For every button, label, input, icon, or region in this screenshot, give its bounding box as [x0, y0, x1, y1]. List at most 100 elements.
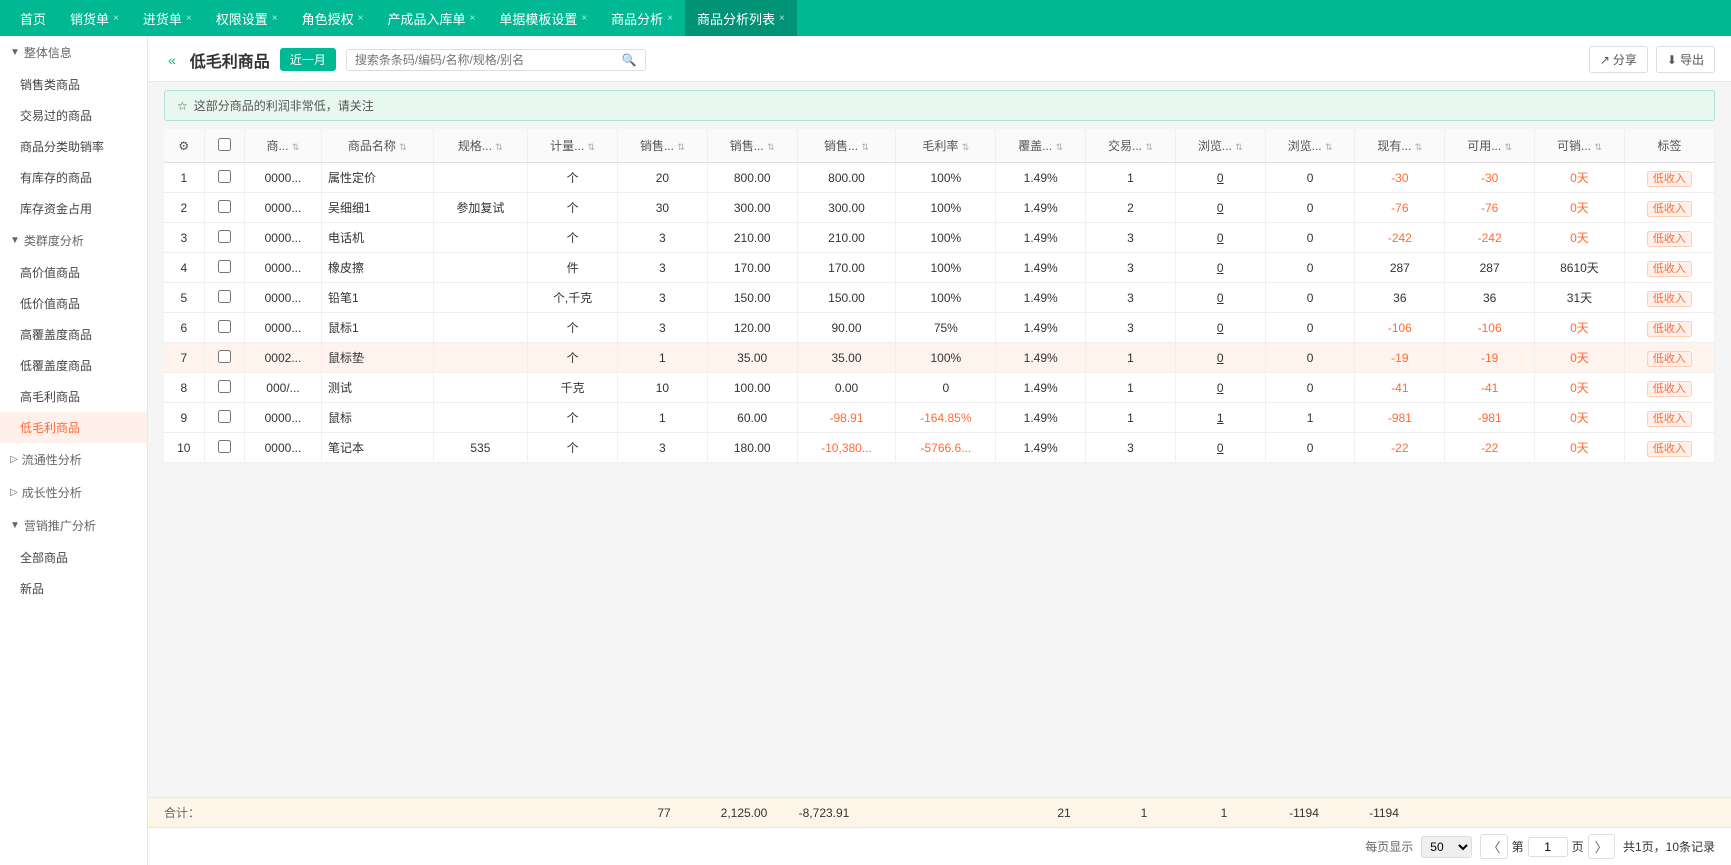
page-number-input[interactable]	[1528, 837, 1568, 857]
cell-browse1[interactable]: 0	[1175, 313, 1265, 343]
page-size-select[interactable]: 50 100 200	[1421, 836, 1472, 858]
col-settings[interactable]: ⚙	[164, 129, 204, 163]
cell-checkbox[interactable]	[204, 193, 244, 223]
sidebar-collapse-button[interactable]: «	[164, 52, 180, 68]
content-header: « 低毛利商品 近一月 🔍 ↗ 分享 ⬇ 导出	[148, 36, 1731, 82]
cell-checkbox[interactable]	[204, 253, 244, 283]
sidebar-item-traded-products[interactable]: 交易过的商品	[0, 100, 147, 131]
row-checkbox[interactable]	[218, 260, 231, 273]
row-checkbox[interactable]	[218, 440, 231, 453]
sidebar-group-marketing[interactable]: ▼ 营销推广分析	[0, 509, 147, 542]
cell-browse1[interactable]: 0	[1175, 433, 1265, 463]
close-icon[interactable]: ×	[779, 13, 785, 24]
col-code[interactable]: 商... ⇅	[244, 129, 321, 163]
select-all-checkbox[interactable]	[218, 138, 231, 151]
close-icon[interactable]: ×	[667, 13, 673, 24]
nav-product-analysis[interactable]: 商品分析 ×	[599, 0, 685, 36]
cell-browse1[interactable]: 0	[1175, 223, 1265, 253]
sidebar-item-low-coverage[interactable]: 低覆盖度商品	[0, 350, 147, 381]
col-qty[interactable]: 销售... ⇅	[618, 129, 708, 163]
sidebar-item-new-products[interactable]: 新品	[0, 573, 147, 604]
close-icon[interactable]: ×	[113, 13, 119, 24]
nav-permissions[interactable]: 权限设置 ×	[204, 0, 290, 36]
sidebar-item-stocked-products[interactable]: 有库存的商品	[0, 162, 147, 193]
sort-icon: ⇅	[677, 142, 685, 152]
table-wrapper[interactable]: ⚙ 商... ⇅ 商品名称 ⇅ 规格... ⇅ 计量... ⇅ 销售... ⇅ …	[148, 129, 1731, 797]
close-icon[interactable]: ×	[272, 13, 278, 24]
col-name[interactable]: 商品名称 ⇅	[322, 129, 434, 163]
sidebar-group-cluster[interactable]: ▼ 类群度分析	[0, 224, 147, 257]
col-coverage[interactable]: 交易... ⇅	[1086, 129, 1176, 163]
nav-sales-order[interactable]: 销货单 ×	[58, 0, 131, 36]
nav-product-entry[interactable]: 产成品入库单 ×	[375, 0, 487, 36]
col-spec[interactable]: 规格... ⇅	[433, 129, 528, 163]
close-icon[interactable]: ×	[186, 13, 192, 24]
row-checkbox[interactable]	[218, 380, 231, 393]
search-icon[interactable]: 🔍	[622, 53, 637, 67]
sidebar-item-high-margin[interactable]: 高毛利商品	[0, 381, 147, 412]
cell-checkbox[interactable]	[204, 313, 244, 343]
sidebar-group-overall[interactable]: ▼ 整体信息	[0, 36, 147, 69]
close-icon[interactable]: ×	[358, 13, 364, 24]
sidebar-item-sales-products[interactable]: 销售类商品	[0, 69, 147, 100]
cell-checkbox[interactable]	[204, 163, 244, 193]
col-gross-rate[interactable]: 覆盖... ⇅	[996, 129, 1086, 163]
cell-checkbox[interactable]	[204, 373, 244, 403]
row-checkbox[interactable]	[218, 290, 231, 303]
close-icon[interactable]: ×	[469, 13, 475, 24]
row-checkbox[interactable]	[218, 170, 231, 183]
cell-browse1[interactable]: 0	[1175, 193, 1265, 223]
row-checkbox[interactable]	[218, 200, 231, 213]
sidebar-item-low-value[interactable]: 低价值商品	[0, 288, 147, 319]
cell-tag: 低收入	[1624, 343, 1714, 373]
cell-checkbox[interactable]	[204, 343, 244, 373]
cell-no: 6	[164, 313, 204, 343]
nav-template-settings[interactable]: 单据模板设置 ×	[487, 0, 599, 36]
sidebar-group-growth[interactable]: ▷ 成长性分析	[0, 476, 147, 509]
cell-checkbox[interactable]	[204, 433, 244, 463]
sidebar-item-low-margin[interactable]: 低毛利商品	[0, 412, 147, 443]
sidebar-item-high-value[interactable]: 高价值商品	[0, 257, 147, 288]
cell-browse1[interactable]: 0	[1175, 163, 1265, 193]
cell-browse1[interactable]: 0	[1175, 253, 1265, 283]
cell-salable: 0天	[1535, 433, 1625, 463]
cell-browse1[interactable]: 0	[1175, 283, 1265, 313]
prev-page-button[interactable]: 〈	[1480, 834, 1507, 859]
row-checkbox[interactable]	[218, 350, 231, 363]
cell-checkbox[interactable]	[204, 283, 244, 313]
nav-purchase-order[interactable]: 进货单 ×	[131, 0, 204, 36]
nav-home[interactable]: 首页	[8, 0, 58, 36]
col-browse2[interactable]: 浏览... ⇅	[1265, 129, 1355, 163]
search-input[interactable]	[355, 53, 622, 67]
cell-checkbox[interactable]	[204, 223, 244, 253]
sidebar-item-high-coverage[interactable]: 高覆盖度商品	[0, 319, 147, 350]
row-checkbox[interactable]	[218, 230, 231, 243]
col-sales-amt[interactable]: 销售... ⇅	[797, 129, 896, 163]
row-checkbox[interactable]	[218, 410, 231, 423]
col-unit[interactable]: 计量... ⇅	[528, 129, 618, 163]
col-browse1[interactable]: 浏览... ⇅	[1175, 129, 1265, 163]
sidebar-item-all-products[interactable]: 全部商品	[0, 542, 147, 573]
next-page-button[interactable]: 〉	[1588, 834, 1615, 859]
cell-margin: 100%	[896, 253, 996, 283]
col-available[interactable]: 可用... ⇅	[1445, 129, 1535, 163]
sidebar-group-liquidity[interactable]: ▷ 流通性分析	[0, 443, 147, 476]
row-checkbox[interactable]	[218, 320, 231, 333]
export-button[interactable]: ⬇ 导出	[1656, 46, 1715, 73]
col-checkbox[interactable]	[204, 129, 244, 163]
nav-role-auth[interactable]: 角色授权 ×	[290, 0, 376, 36]
close-icon[interactable]: ×	[581, 13, 587, 24]
cell-checkbox[interactable]	[204, 403, 244, 433]
col-margin[interactable]: 毛利率 ⇅	[896, 129, 996, 163]
nav-product-analysis-list[interactable]: 商品分析列表 ×	[685, 0, 797, 36]
col-price[interactable]: 销售... ⇅	[707, 129, 797, 163]
col-salable[interactable]: 可销... ⇅	[1535, 129, 1625, 163]
col-stock[interactable]: 现有... ⇅	[1355, 129, 1445, 163]
date-filter-button[interactable]: 近一月	[280, 48, 336, 71]
cell-browse1[interactable]: 0	[1175, 343, 1265, 373]
cell-browse1[interactable]: 1	[1175, 403, 1265, 433]
cell-browse1[interactable]: 0	[1175, 373, 1265, 403]
sidebar-item-category-rate[interactable]: 商品分类助销率	[0, 131, 147, 162]
share-button[interactable]: ↗ 分享	[1589, 46, 1648, 73]
sidebar-item-inventory-capital[interactable]: 库存资金占用	[0, 193, 147, 224]
